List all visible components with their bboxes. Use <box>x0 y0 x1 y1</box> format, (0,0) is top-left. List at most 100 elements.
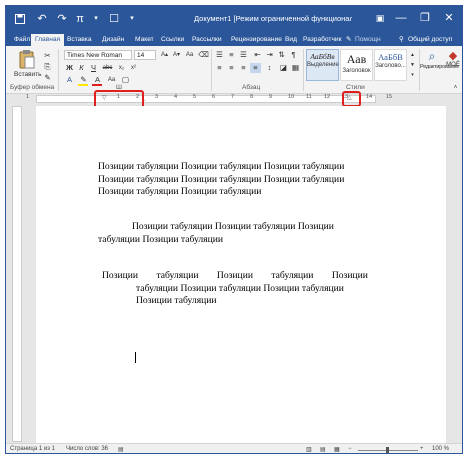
restore-button[interactable]: ❐ <box>416 9 434 27</box>
zoom-slider-thumb[interactable] <box>386 447 389 453</box>
horizontal-ruler[interactable]: 1 1 2 3 4 5 6 7 8 9 10 11 12 13 14 15 ▽ … <box>6 90 462 112</box>
ruler-number: 10 <box>288 94 295 100</box>
paste-button[interactable]: Вставить <box>14 49 42 81</box>
tab-references[interactable]: Ссылки <box>161 34 184 46</box>
text-effects-icon[interactable]: A <box>64 75 75 85</box>
align-left-icon[interactable]: ≡ <box>214 63 225 73</box>
bold-button[interactable]: Ж <box>64 63 75 73</box>
borders-icon[interactable]: ▦ <box>290 63 301 73</box>
editing-label: Редактирование <box>420 64 460 70</box>
text-line: Позиции табуляции Позиции табуляции Пози… <box>132 221 334 232</box>
chevron-down-icon[interactable]: ▾ <box>88 11 104 27</box>
ribbon-display-icon[interactable]: ▣ <box>371 9 389 27</box>
share-icon: ⚲ <box>399 36 404 43</box>
decrease-indent-icon[interactable]: ⇤ <box>252 50 263 60</box>
align-right-icon[interactable]: ≡ <box>238 63 249 73</box>
word-window: ↶ ↷ π ▾ ☐ ▾ Документ1 [Режим ограниченно… <box>5 5 463 454</box>
styles-scroll-up-icon[interactable]: ▲ <box>407 50 418 60</box>
numbering-icon[interactable]: ≡ <box>226 50 237 60</box>
page-count[interactable]: Страница 1 из 1 <box>10 446 55 452</box>
tab-design[interactable]: Дизайн <box>102 34 124 46</box>
copy-icon[interactable]: ⎘ <box>42 62 53 72</box>
style-sample: АаБбВв <box>310 52 335 61</box>
text-line: Позиции табуляции Позиции табуляции Пози… <box>98 161 345 172</box>
lightbulb-icon: ✎ <box>346 36 352 43</box>
tab-developer[interactable]: Разработчик <box>303 34 341 46</box>
change-case-icon[interactable]: Aa <box>184 50 195 60</box>
tab-help[interactable]: Помощн <box>355 34 381 46</box>
redo-icon[interactable]: ↷ <box>54 11 70 27</box>
title-bar: ↶ ↷ π ▾ ☐ ▾ Документ1 [Режим ограниченно… <box>6 6 462 32</box>
status-bar: Страница 1 из 1 Число слов: 36 ▤ ▥ ▤ ▦ −… <box>6 443 462 453</box>
zoom-level[interactable]: 100 % <box>432 446 449 452</box>
web-layout-icon[interactable]: ▦ <box>334 446 340 453</box>
align-center-icon[interactable]: ≡ <box>226 63 237 73</box>
text-cursor <box>135 352 136 363</box>
font-size-select[interactable]: 14 <box>134 50 156 60</box>
strikethrough-icon[interactable]: abc <box>102 63 113 73</box>
tab-view[interactable]: Вид <box>285 34 297 46</box>
text-line: табуляции Позиции табуляции <box>98 233 223 245</box>
styles-more-icon[interactable]: ▾ <box>407 70 418 80</box>
zoom-out-icon[interactable]: − <box>348 446 352 452</box>
clipboard-group-label: Буфер обмена <box>10 84 55 91</box>
vertical-ruler[interactable] <box>12 106 22 442</box>
proofing-icon[interactable]: ▤ <box>118 446 124 453</box>
text-line-justified: Позиции табуляции Позиции табуляции Пози… <box>98 221 354 234</box>
minimize-button[interactable]: — <box>392 9 410 27</box>
save-icon[interactable] <box>12 11 28 27</box>
format-painter-icon[interactable]: ✎ <box>42 73 53 83</box>
paragraph-group-label: Абзац <box>242 84 261 91</box>
moe-icon: ◆ <box>448 50 458 62</box>
justify-icon[interactable]: ≡ <box>250 63 261 73</box>
clear-format-icon[interactable]: ⌫ <box>198 50 209 60</box>
style-sample: Аав <box>346 52 367 66</box>
font-name-select[interactable]: Times New Roman <box>64 50 132 60</box>
multilevel-icon[interactable]: ☰ <box>238 50 249 60</box>
zoom-in-icon[interactable]: + <box>420 446 424 452</box>
sort-icon[interactable]: ⇅ <box>276 50 287 60</box>
increase-indent-icon[interactable]: ⇥ <box>264 50 275 60</box>
shrink-font-icon[interactable]: A▾ <box>171 50 182 60</box>
bullets-icon[interactable]: ☰ <box>214 50 225 60</box>
style-subtitle[interactable]: АаБбВ Заголово... <box>374 49 407 81</box>
word-count[interactable]: Число слов: 36 <box>66 446 108 452</box>
ruler-number: 9 <box>269 94 273 100</box>
read-mode-icon[interactable]: ▥ <box>306 446 312 453</box>
ribbon-home: Вставить ✂ ⎘ ✎ Буфер обмена Times New Ro… <box>6 46 462 94</box>
ruler-number: 5 <box>193 94 197 100</box>
print-layout-icon[interactable]: ▤ <box>320 446 326 453</box>
grow-font-icon[interactable]: A▴ <box>159 50 170 60</box>
paragraph-3: Позиции табуляции Позиции табуляции Пози… <box>102 270 368 308</box>
line-spacing-icon[interactable]: ↕ <box>264 63 275 73</box>
superscript-icon[interactable]: x² <box>128 63 139 73</box>
cut-icon[interactable]: ✂ <box>42 51 53 61</box>
styles-scroll-down-icon[interactable]: ▼ <box>407 60 418 70</box>
editing-button[interactable]: ⌕ Редактирование <box>420 49 460 83</box>
show-marks-icon[interactable]: ¶ <box>288 50 299 60</box>
vertical-scrollbar[interactable] <box>452 106 462 442</box>
tab-home[interactable]: Главная <box>31 34 65 46</box>
tab-layout[interactable]: Макет <box>135 34 154 46</box>
tab-mailings[interactable]: Рассылки <box>192 34 222 46</box>
moe-button[interactable]: ◆ МОЁ <box>445 49 461 83</box>
close-button[interactable]: ✕ <box>440 9 458 27</box>
document-page[interactable]: Позиции табуляции Позиции табуляции Пози… <box>36 106 446 446</box>
tab-file[interactable]: Файл <box>14 34 30 46</box>
highlight-frame-right <box>342 91 361 107</box>
tab-insert[interactable]: Вставка <box>67 34 92 46</box>
share-button[interactable]: Общий доступ <box>408 34 452 46</box>
style-emphasis[interactable]: АаБбВв Выделение <box>306 49 339 81</box>
italic-button[interactable]: К <box>76 63 87 73</box>
customize-qat-icon[interactable]: ▾ <box>124 11 140 27</box>
text-line: Позиции табуляции Позиции табуляции Пози… <box>98 173 345 185</box>
underline-button[interactable]: Ч <box>88 63 99 73</box>
shading-icon[interactable]: ◪ <box>278 63 289 73</box>
undo-icon[interactable]: ↶ <box>34 11 50 27</box>
collapse-ribbon-icon[interactable]: ˄ <box>450 83 461 93</box>
style-title[interactable]: Аав Заголовок <box>340 49 373 81</box>
pi-icon[interactable]: π <box>72 11 88 27</box>
touch-mode-icon[interactable]: ☐ <box>106 11 122 27</box>
subscript-icon[interactable]: x₂ <box>116 63 127 73</box>
tab-review[interactable]: Рецензирование <box>231 34 282 46</box>
